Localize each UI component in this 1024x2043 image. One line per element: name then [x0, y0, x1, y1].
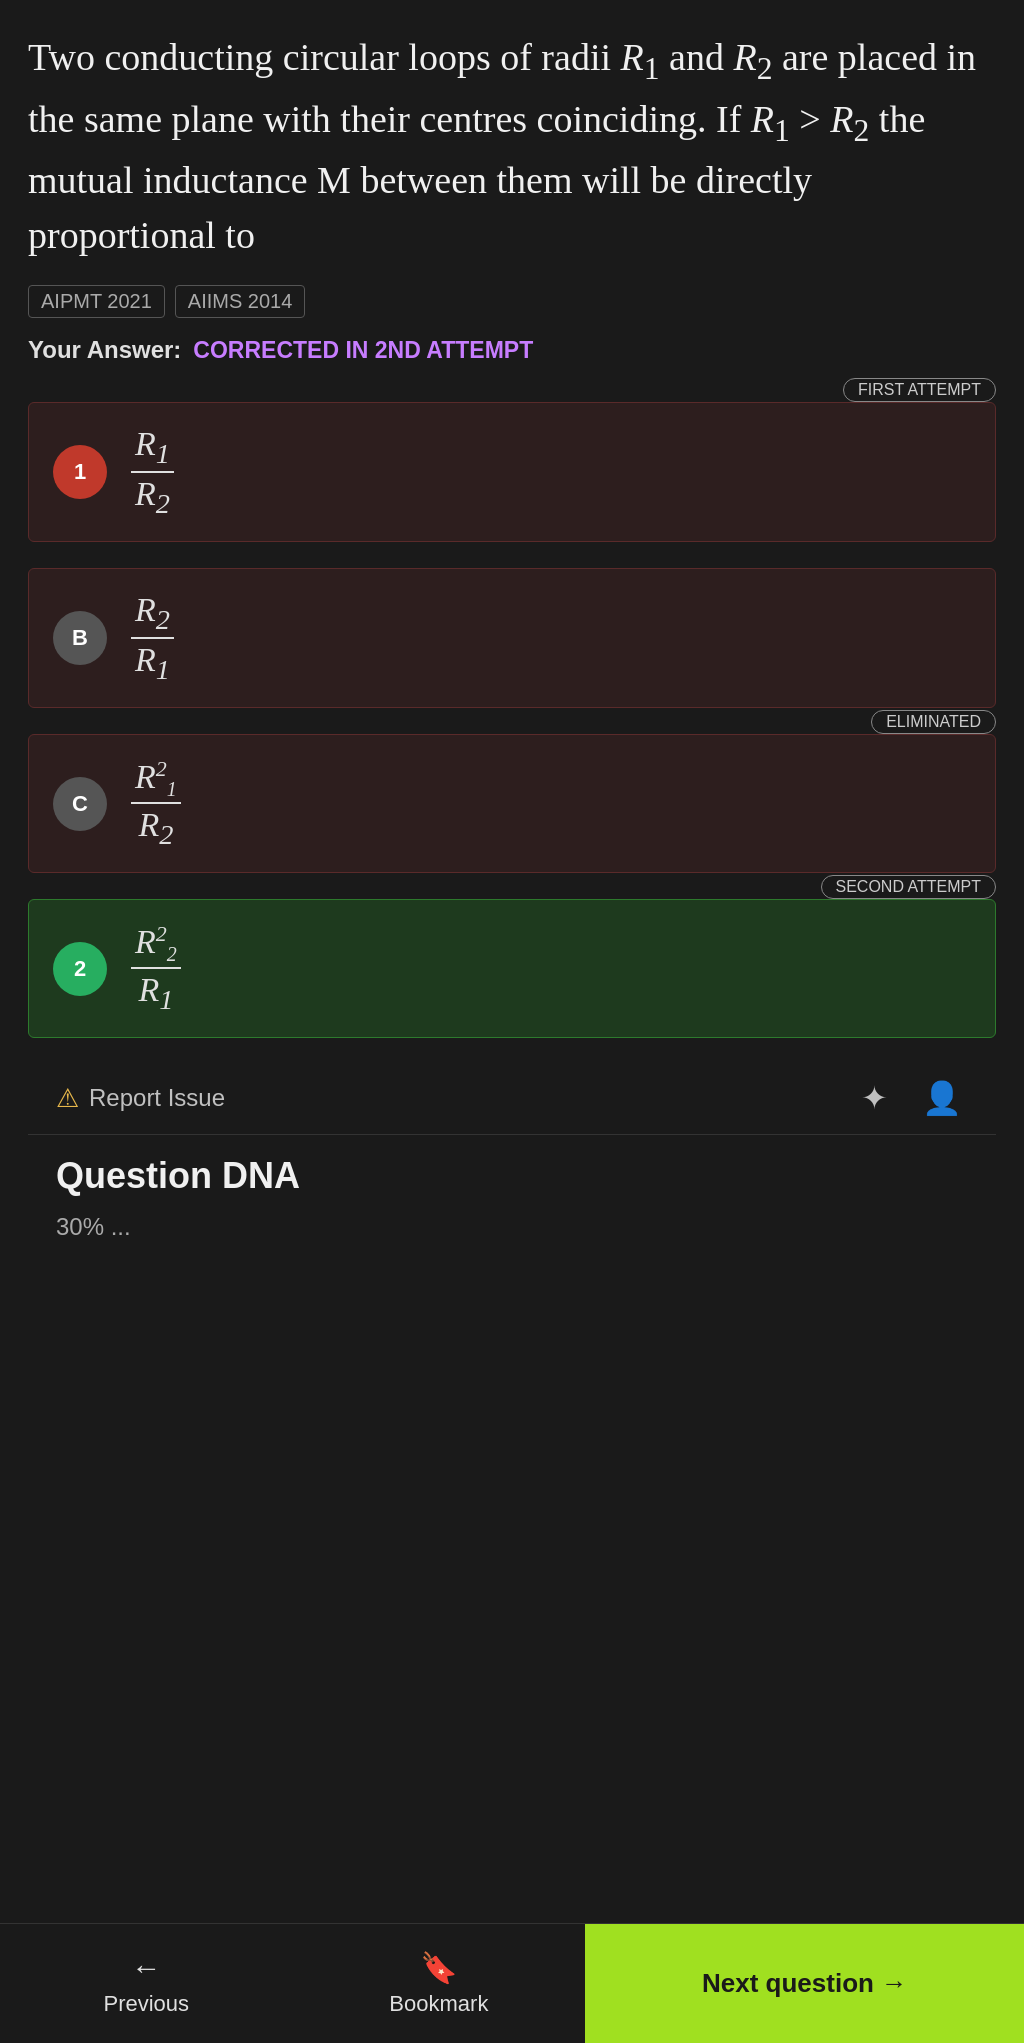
settings-button[interactable]: ✦	[848, 1072, 900, 1124]
option-box-c[interactable]: C R21 R2	[28, 734, 996, 873]
second-attempt-tag: SECOND ATTEMPT	[821, 875, 997, 899]
bookmark-button[interactable]: 🔖 Bookmark	[293, 1924, 586, 2043]
answer-status: CORRECTED IN 2ND ATTEMPT	[193, 337, 533, 364]
eliminated-tag: ELIMINATED	[871, 710, 996, 734]
report-issue-label: Report Issue	[89, 1084, 225, 1112]
attempt-tag-container-2: SECOND ATTEMPT	[28, 879, 996, 899]
bottom-nav: ← Previous 🔖 Bookmark Next question →	[0, 1923, 1024, 2043]
option-wrapper-1: FIRST ATTEMPT 1 R1 R2	[28, 382, 996, 542]
your-answer-row: Your Answer: CORRECTED IN 2ND ATTEMPT	[28, 336, 996, 364]
first-attempt-tag: FIRST ATTEMPT	[843, 378, 996, 402]
bookmark-label: Bookmark	[389, 1991, 488, 2017]
option-math-2: R22 R1	[131, 922, 181, 1015]
option-circle-c: C	[53, 777, 107, 831]
user-icon: 👤	[922, 1079, 962, 1117]
question-dna-section: Question DNA 30% ...	[28, 1135, 996, 1251]
previous-button[interactable]: ← Previous	[0, 1924, 293, 2043]
option-math-1: R1 R2	[131, 425, 174, 519]
report-issue-button[interactable]: ⚠ Report Issue	[56, 1083, 225, 1114]
option-box-1[interactable]: 1 R1 R2	[28, 402, 996, 542]
option-wrapper-b: B R2 R1	[28, 548, 996, 708]
question-text: Two conducting circular loops of radii R…	[28, 30, 996, 263]
option-circle-1: 1	[53, 445, 107, 499]
attempt-tag-container-c: ELIMINATED	[28, 714, 996, 734]
previous-label: Previous	[103, 1991, 189, 2017]
previous-icon: ←	[131, 1951, 161, 1985]
option-circle-b: B	[53, 611, 107, 665]
option-math-c: R21 R2	[131, 757, 181, 850]
dna-partial: 30% ...	[56, 1213, 968, 1241]
bookmark-icon: 🔖	[420, 1950, 457, 1985]
option-circle-2: 2	[53, 942, 107, 996]
warning-icon: ⚠	[56, 1083, 79, 1114]
your-answer-label: Your Answer:	[28, 336, 181, 364]
options-container: FIRST ATTEMPT 1 R1 R2 B	[28, 382, 996, 1038]
question-section: Two conducting circular loops of radii R…	[0, 0, 1024, 1271]
attempt-tag-container-b	[28, 548, 996, 568]
next-question-label: Next question →	[702, 1968, 907, 1999]
bottom-actions: ⚠ Report Issue ✦ 👤	[28, 1044, 996, 1134]
option-box-2[interactable]: 2 R22 R1	[28, 899, 996, 1038]
option-wrapper-c: ELIMINATED C R21 R2	[28, 714, 996, 873]
question-dna-title: Question DNA	[56, 1155, 968, 1197]
option-wrapper-2: SECOND ATTEMPT 2 R22 R1	[28, 879, 996, 1038]
right-icons: ✦ 👤	[848, 1072, 968, 1124]
tag-aiims: AIIMS 2014	[175, 285, 306, 318]
tag-aipmt: AIPMT 2021	[28, 285, 165, 318]
settings-icon: ✦	[861, 1079, 888, 1117]
tags-row: AIPMT 2021 AIIMS 2014	[28, 285, 996, 318]
option-math-b: R2 R1	[131, 591, 174, 685]
user-button[interactable]: 👤	[916, 1072, 968, 1124]
next-question-button[interactable]: Next question →	[585, 1924, 1024, 2043]
option-box-b[interactable]: B R2 R1	[28, 568, 996, 708]
attempt-tag-container-1: FIRST ATTEMPT	[28, 382, 996, 402]
